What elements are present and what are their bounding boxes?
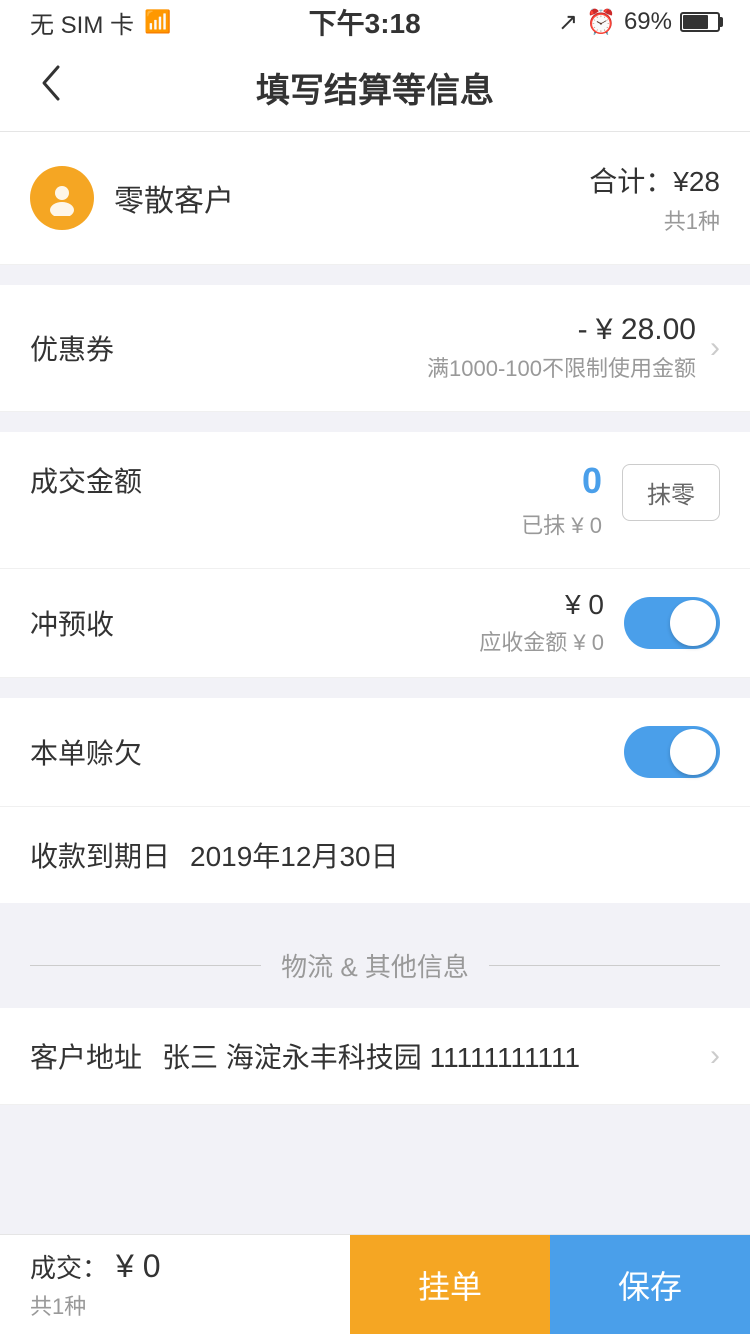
back-button[interactable] xyxy=(30,53,74,122)
amount-value: 0 xyxy=(521,460,602,502)
alarm-icon: ⏰ xyxy=(586,8,616,37)
amount-row: 成交金额 0 已抹 ¥ 0 抹零 xyxy=(0,432,750,569)
logistics-text: 物流 & 其他信息 xyxy=(281,947,469,984)
coupon-row[interactable]: 优惠券 - ¥ 28.00 满1000-100不限制使用金额 › xyxy=(0,285,750,412)
logistics-divider: 物流 & 其他信息 xyxy=(30,947,720,984)
divider-4 xyxy=(0,903,750,923)
logistics-line-left xyxy=(30,965,261,966)
status-right: ↗ ⏰ 69% xyxy=(558,8,720,37)
prepay-label: 冲预收 xyxy=(30,603,114,643)
debt-label: 本单赊欠 xyxy=(30,732,142,772)
content-area: 零散客户 合计：¥28 共1种 优惠券 - ¥ 28.00 满1000-100不… xyxy=(0,132,750,1225)
customer-right: 合计：¥28 共1种 xyxy=(589,160,720,236)
address-row[interactable]: 客户地址 张三 海淀永丰科技园 11111111111 › xyxy=(0,1008,750,1105)
prepay-receivable: 应收金额 ¥ 0 xyxy=(479,625,604,657)
prepay-text-col: ¥ 0 应收金额 ¥ 0 xyxy=(479,589,604,657)
battery-label: 69% xyxy=(624,8,672,36)
bottom-bar: 成交： ¥ 0 共1种 挂单 保存 xyxy=(0,1234,750,1334)
debt-toggle[interactable] xyxy=(624,726,720,778)
hang-button[interactable]: 挂单 xyxy=(350,1235,550,1334)
logistics-line-right xyxy=(489,965,720,966)
nav-bar: 填写结算等信息 xyxy=(0,44,750,132)
coupon-section[interactable]: 优惠券 - ¥ 28.00 满1000-100不限制使用金额 › xyxy=(0,285,750,412)
divider-3 xyxy=(0,678,750,698)
debt-row: 本单赊欠 xyxy=(0,698,750,807)
avatar xyxy=(30,166,94,230)
wifi-icon: 📶 xyxy=(144,9,171,35)
due-date-row: 收款到期日 2019年12月30日 xyxy=(0,807,750,903)
address-right: › xyxy=(710,1039,720,1073)
address-chevron-icon: › xyxy=(710,1039,720,1073)
customer-left: 零散客户 xyxy=(30,166,234,230)
customer-row: 零散客户 合计：¥28 共1种 xyxy=(0,132,750,265)
prepay-amount: ¥ 0 xyxy=(479,589,604,621)
status-left: 无 SIM 卡 📶 xyxy=(30,5,171,40)
status-time: 下午3:18 xyxy=(309,2,421,42)
coupon-desc: 满1000-100不限制使用金额 xyxy=(427,351,696,383)
divider-1 xyxy=(0,265,750,285)
prepay-toggle[interactable] xyxy=(624,597,720,649)
debt-toggle-knob xyxy=(670,729,716,775)
bottom-deal-row: 成交： ¥ 0 xyxy=(30,1248,320,1285)
amount-label: 成交金额 xyxy=(30,460,142,500)
address-label: 客户地址 xyxy=(30,1036,142,1076)
due-date-label: 收款到期日 xyxy=(30,835,170,875)
coupon-text-col: - ¥ 28.00 满1000-100不限制使用金额 xyxy=(427,313,696,383)
round-button[interactable]: 抹零 xyxy=(622,464,720,521)
battery-fill xyxy=(683,15,708,29)
page-title: 填写结算等信息 xyxy=(256,63,494,112)
customer-name: 零散客户 xyxy=(114,176,234,220)
coupon-chevron-icon: › xyxy=(710,331,720,365)
battery-bar xyxy=(680,12,720,32)
carrier-label: 无 SIM 卡 xyxy=(30,5,134,40)
divider-2 xyxy=(0,412,750,432)
customer-count: 共1种 xyxy=(589,204,720,236)
coupon-right: - ¥ 28.00 满1000-100不限制使用金额 › xyxy=(427,313,720,383)
bottom-count: 共1种 xyxy=(30,1289,320,1321)
bottom-deal-label: 成交： xyxy=(30,1248,108,1285)
address-section: 客户地址 张三 海淀永丰科技园 11111111111 › xyxy=(0,1008,750,1105)
bottom-info: 成交： ¥ 0 共1种 xyxy=(0,1235,350,1334)
toggle-knob xyxy=(670,600,716,646)
customer-section: 零散客户 合计：¥28 共1种 xyxy=(0,132,750,265)
due-date-value: 2019年12月30日 xyxy=(190,835,399,875)
amount-right: 0 已抹 ¥ 0 抹零 xyxy=(521,460,720,540)
transaction-section: 成交金额 0 已抹 ¥ 0 抹零 冲预收 ¥ 0 应收金额 ¥ 0 xyxy=(0,432,750,678)
amount-sub: 已抹 ¥ 0 xyxy=(521,508,602,540)
coupon-discount: - ¥ 28.00 xyxy=(427,313,696,347)
prepay-right: ¥ 0 应收金额 ¥ 0 xyxy=(479,589,720,657)
logistics-section: 物流 & 其他信息 xyxy=(0,923,750,1008)
coupon-label: 优惠券 xyxy=(30,328,114,368)
prepay-row: 冲预收 ¥ 0 应收金额 ¥ 0 xyxy=(0,569,750,678)
bottom-amount: ¥ 0 xyxy=(116,1248,160,1285)
location-icon: ↗ xyxy=(558,8,578,37)
address-value: 张三 海淀永丰科技园 11111111111 xyxy=(162,1036,710,1076)
customer-total: 合计：¥28 xyxy=(589,160,720,200)
status-bar: 无 SIM 卡 📶 下午3:18 ↗ ⏰ 69% xyxy=(0,0,750,44)
debt-section: 本单赊欠 收款到期日 2019年12月30日 xyxy=(0,698,750,903)
save-button[interactable]: 保存 xyxy=(550,1235,750,1334)
amount-value-col: 0 已抹 ¥ 0 xyxy=(521,460,602,540)
